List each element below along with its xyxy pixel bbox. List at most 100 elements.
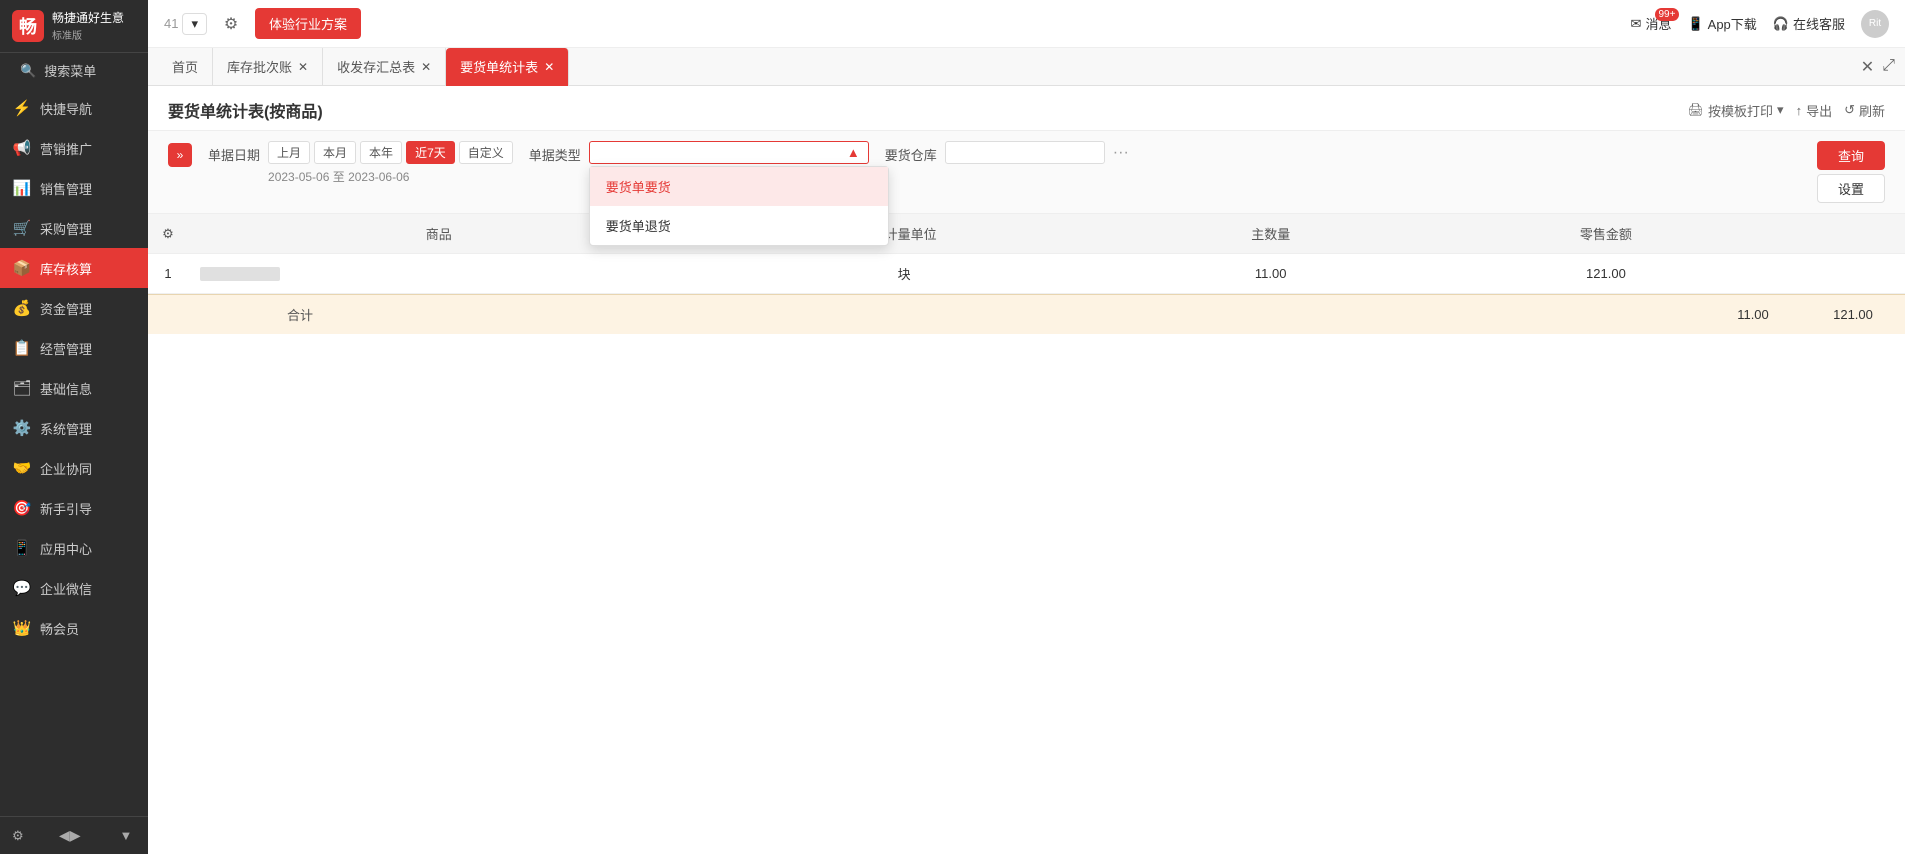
- table-container: ⚙ 商品 主计量单位 主数量 零售金额 1 块: [148, 214, 1905, 294]
- topbar-dropdown[interactable]: ▾: [182, 13, 207, 35]
- service-icon: 🎧: [1773, 16, 1789, 32]
- export-button[interactable]: ↑ 导出: [1796, 101, 1833, 120]
- wechat-icon: 💬: [12, 578, 32, 598]
- sidebar-item-label: 销售管理: [40, 179, 92, 198]
- date-btn-this-month[interactable]: 本月: [314, 141, 356, 164]
- sidebar-item-member[interactable]: 👑 畅会员: [0, 608, 148, 648]
- type-option-yaohuo[interactable]: 要货单要货: [590, 167, 888, 206]
- table-footer: 合计 11.00 121.00: [148, 294, 1905, 334]
- sidebar-item-guide[interactable]: 🎯 新手引导: [0, 488, 148, 528]
- sidebar-item-label: 基础信息: [40, 379, 92, 398]
- product-placeholder: [200, 267, 280, 281]
- sidebar-search-label: 搜索菜单: [44, 61, 96, 80]
- date-btn-this-year[interactable]: 本年: [360, 141, 402, 164]
- export-label: 导出: [1806, 101, 1832, 120]
- warehouse-filter: 要货仓库 ···: [885, 141, 1129, 164]
- purchase-icon: 🛒: [12, 218, 32, 238]
- date-filter: 上月 本月 本年 近7天 自定义 2023-05-06 至 2023-06-06: [268, 141, 513, 185]
- table-header-row: ⚙ 商品 主计量单位 主数量 零售金额: [148, 214, 1905, 254]
- type-dropdown: 要货单要货 要货单退货: [589, 166, 889, 246]
- refresh-icon: ↺: [1844, 102, 1855, 118]
- tab-summary[interactable]: 收发存汇总表 ✕: [323, 48, 446, 86]
- message-icon: ✉: [1631, 16, 1642, 32]
- sidebar-search[interactable]: 🔍 搜索菜单: [0, 53, 148, 88]
- warehouse-more-icon[interactable]: ···: [1113, 144, 1129, 162]
- setting-button[interactable]: 设置: [1817, 174, 1885, 203]
- date-filter-group: 单据日期 上月 本月 本年 近7天 自定义 2023-05-06 至 2023-…: [208, 141, 513, 185]
- sidebar-item-marketing[interactable]: 📢 营销推广: [0, 128, 148, 168]
- tab-home[interactable]: 首页: [158, 48, 213, 86]
- col-qty: 主数量: [1119, 214, 1423, 254]
- filter-actions: 查询 设置: [1817, 141, 1885, 203]
- sidebar-item-sales[interactable]: 📊 销售管理: [0, 168, 148, 208]
- sidebar-toggle-icon[interactable]: ◀▶: [59, 827, 81, 844]
- sidebar-item-enterprise[interactable]: 🤝 企业协同: [0, 448, 148, 488]
- inventory-icon: 📦: [12, 258, 32, 278]
- topbar-left: 41 ▾ ⚙ 体验行业方案: [164, 8, 1631, 39]
- date-btn-custom[interactable]: 自定义: [459, 141, 513, 164]
- tab-batch-close[interactable]: ✕: [298, 60, 308, 74]
- topbar-online-service-label: 在线客服: [1793, 14, 1845, 33]
- system-icon: ⚙️: [12, 418, 32, 438]
- query-button[interactable]: 查询: [1817, 141, 1885, 170]
- topbar-dropdown-value: ▾: [191, 16, 198, 32]
- sidebar-item-appcenter[interactable]: 📱 应用中心: [0, 528, 148, 568]
- filter-expand-button[interactable]: »: [168, 143, 192, 167]
- page-title: 要货单统计表(按商品): [168, 98, 323, 122]
- tab-summary-close[interactable]: ✕: [421, 60, 431, 74]
- sidebar-item-basic[interactable]: 🗂 基础信息: [0, 368, 148, 408]
- operation-icon: 📋: [12, 338, 32, 358]
- sidebar-item-label: 采购管理: [40, 219, 92, 238]
- topbar-avatar[interactable]: Rit: [1861, 10, 1889, 38]
- logo-text: 畅捷通好生意: [52, 10, 124, 27]
- topbar-app-download[interactable]: 📱 App下载: [1687, 14, 1756, 33]
- sidebar-item-operation[interactable]: 📋 经营管理: [0, 328, 148, 368]
- date-btn-last7days[interactable]: 近7天: [406, 141, 455, 164]
- warehouse-input[interactable]: [945, 141, 1105, 164]
- sidebar-scroll-down[interactable]: ▼: [116, 828, 136, 843]
- sidebar-settings-icon[interactable]: ⚙: [12, 828, 24, 844]
- col-settings[interactable]: ⚙: [148, 214, 188, 254]
- refresh-label: 刷新: [1859, 101, 1885, 120]
- topbar-right: ✉ 消息 99+ 📱 App下载 🎧 在线客服 Rit: [1631, 10, 1889, 38]
- type-input[interactable]: ▲: [589, 141, 869, 164]
- row-amount: 121.00: [1423, 254, 1790, 294]
- tabbar: 首页 库存批次账 ✕ 收发存汇总表 ✕ 要货单统计表 ✕ ✕ ⤢: [148, 48, 1905, 86]
- appcenter-icon: 📱: [12, 538, 32, 558]
- data-table: ⚙ 商品 主计量单位 主数量 零售金额 1 块: [148, 214, 1905, 294]
- tab-batch[interactable]: 库存批次账 ✕: [213, 48, 323, 86]
- trial-button[interactable]: 体验行业方案: [255, 8, 361, 39]
- tab-expand-btn[interactable]: ⤢: [1882, 57, 1895, 77]
- sidebar-item-finance[interactable]: 💰 资金管理: [0, 288, 148, 328]
- tab-close-btn[interactable]: ✕: [1861, 57, 1874, 77]
- sidebar-item-wechat[interactable]: 💬 企业微信: [0, 568, 148, 608]
- tab-summary-label: 收发存汇总表: [337, 57, 415, 76]
- sidebar-item-label: 营销推广: [40, 139, 92, 158]
- print-chevron: ▾: [1777, 102, 1784, 118]
- sidebar-item-inventory[interactable]: 📦 库存核算: [0, 248, 148, 288]
- tab-batch-label: 库存批次账: [227, 57, 292, 76]
- sidebar-logo: 畅 畅捷通好生意 标准版: [0, 0, 148, 53]
- filter-bar: » 单据日期 上月 本月 本年 近7天 自定义 2023-05-06 至 202…: [148, 131, 1905, 214]
- topbar-messages[interactable]: ✉ 消息 99+: [1631, 14, 1672, 33]
- type-option-tuihuo[interactable]: 要货单退货: [590, 206, 888, 245]
- page-header: 要货单统计表(按商品) 🖨 按模板打印 ▾ ↑ 导出 ↺ 刷新: [148, 86, 1905, 131]
- phone-icon: 📱: [1687, 16, 1703, 32]
- sidebar-item-purchase[interactable]: 🛒 采购管理: [0, 208, 148, 248]
- tab-order-stat-close[interactable]: ✕: [544, 60, 554, 74]
- sidebar-bottom: ⚙ ◀▶ ▼: [0, 816, 148, 854]
- topbar-online-service[interactable]: 🎧 在线客服: [1773, 14, 1845, 33]
- row-no: 1: [148, 254, 188, 294]
- table-row: 1 块 11.00 121.00: [148, 254, 1905, 294]
- refresh-button[interactable]: ↺ 刷新: [1844, 101, 1885, 120]
- row-qty: 11.00: [1119, 254, 1423, 294]
- tab-order-stat[interactable]: 要货单统计表 ✕: [446, 48, 569, 86]
- topbar-gear-icon[interactable]: ⚙: [219, 12, 243, 36]
- date-btn-last-month[interactable]: 上月: [268, 141, 310, 164]
- sidebar-item-quicknav[interactable]: ⚡ 快捷导航: [0, 88, 148, 128]
- tab-order-stat-label: 要货单统计表: [460, 57, 538, 76]
- avatar: Rit: [1861, 10, 1889, 38]
- print-button[interactable]: 🖨 按模板打印 ▾: [1688, 101, 1784, 120]
- sidebar-item-system[interactable]: ⚙️ 系统管理: [0, 408, 148, 448]
- sidebar-item-label: 企业微信: [40, 579, 92, 598]
